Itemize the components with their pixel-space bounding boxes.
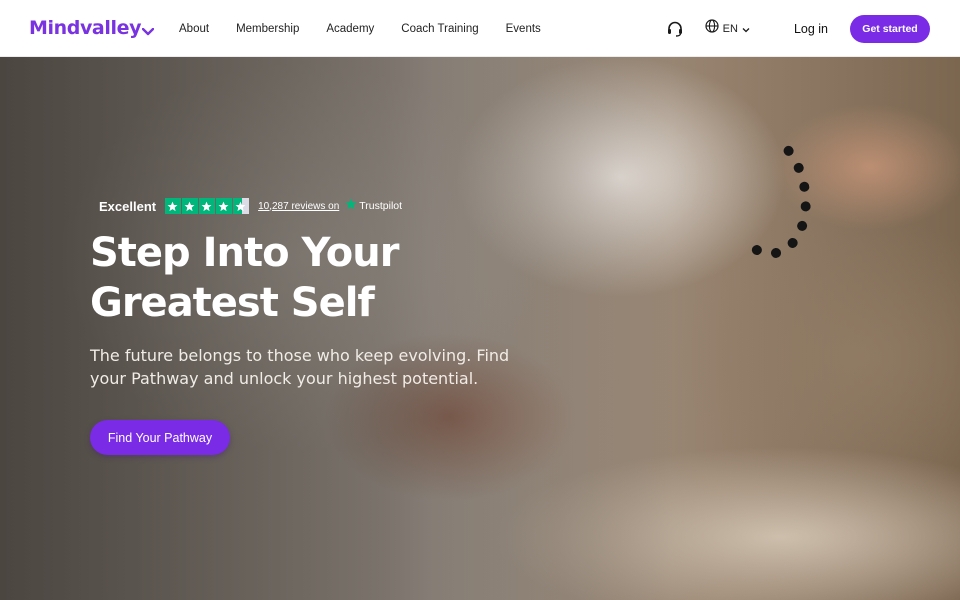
header-actions: EN Log in Get started — [665, 0, 930, 57]
star-half-icon — [233, 198, 249, 214]
logo-mark-icon — [141, 18, 155, 42]
trustpilot-star-icon — [345, 197, 357, 215]
hero-title-line-1: Step Into Your — [90, 230, 399, 276]
chevron-down-icon — [742, 20, 750, 38]
nav-item-membership[interactable]: Membership — [236, 23, 299, 35]
nav-item-events[interactable]: Events — [506, 23, 541, 35]
site-header: Mindvalley About Membership Academy Coac… — [0, 0, 960, 57]
main-nav: About Membership Academy Coach Training … — [179, 0, 568, 57]
hero-title-line-2: Greatest Self — [90, 280, 375, 326]
star-icon — [216, 198, 232, 214]
nav-item-coach-training[interactable]: Coach Training — [401, 23, 478, 35]
mindvalley-logo[interactable]: Mindvalley — [29, 16, 155, 42]
hero-title: Step Into Your Greatest Self — [90, 228, 510, 328]
star-icon — [182, 198, 198, 214]
logo-wordmark: Mindvalley — [29, 17, 142, 39]
nav-item-academy[interactable]: Academy — [326, 23, 374, 35]
globe-icon — [705, 19, 719, 38]
hero-subtitle: The future belongs to those who keep evo… — [90, 346, 510, 388]
get-started-button[interactable]: Get started — [850, 14, 930, 43]
headset-icon[interactable] — [665, 19, 685, 39]
trustpilot-label: Trustpilot — [359, 200, 403, 212]
language-label: EN — [722, 22, 738, 35]
star-icon — [165, 198, 181, 214]
trustpilot-logo[interactable]: Trustpilot — [345, 197, 402, 215]
login-link[interactable]: Log in — [794, 22, 828, 36]
find-your-pathway-button[interactable]: Find Your Pathway — [90, 420, 230, 455]
hero-section: Excellent 10,287 reviews on Trustpilot S… — [0, 57, 960, 600]
rating-stars — [165, 198, 250, 214]
language-selector[interactable]: EN — [705, 19, 750, 38]
star-icon — [199, 198, 215, 214]
hero-background-image — [0, 57, 960, 600]
nav-item-about[interactable]: About — [179, 23, 209, 35]
reviews-link[interactable]: 10,287 reviews on — [258, 201, 339, 212]
trustpilot-rating: Excellent 10,287 reviews on Trustpilot — [99, 197, 402, 215]
rating-label: Excellent — [99, 198, 157, 214]
